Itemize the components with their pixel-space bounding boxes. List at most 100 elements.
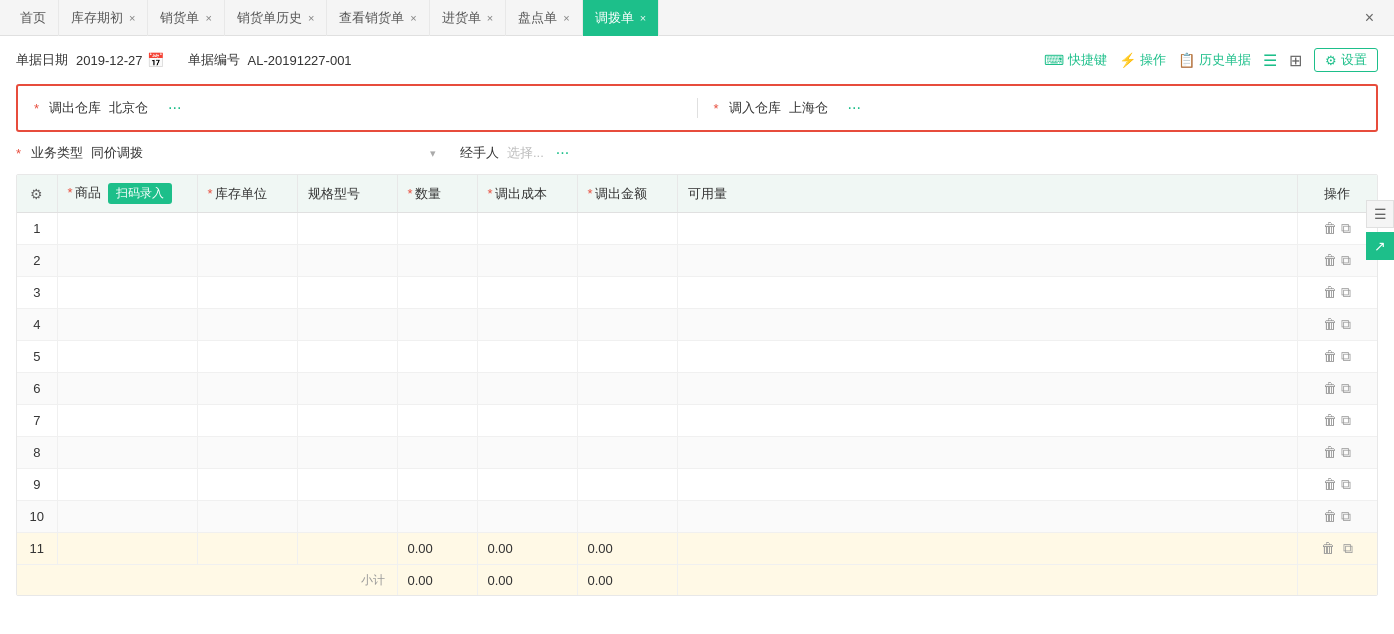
row-qty[interactable] (397, 341, 477, 373)
tab-sales-history[interactable]: 销货单历史 × (225, 0, 327, 36)
tab-transfer[interactable]: 调拨单 × (583, 0, 659, 36)
tab-view-sales[interactable]: 查看销货单 × (327, 0, 429, 36)
row-qty[interactable] (397, 213, 477, 245)
row-qty[interactable] (397, 405, 477, 437)
row-spec[interactable] (297, 373, 397, 405)
delete-icon[interactable]: 🗑 (1323, 316, 1337, 332)
row-amount[interactable] (577, 469, 677, 501)
close-tab-purchase[interactable]: × (487, 12, 493, 24)
delete-icon[interactable]: 🗑 (1323, 220, 1337, 236)
tab-purchase[interactable]: 进货单 × (430, 0, 506, 36)
row-unit[interactable] (197, 341, 297, 373)
copy-icon[interactable]: ⧉ (1341, 252, 1351, 268)
row-product[interactable] (57, 469, 197, 501)
row-product[interactable] (57, 533, 197, 565)
scan-entry-button[interactable]: 扫码录入 (108, 183, 172, 204)
row-spec[interactable] (297, 533, 397, 565)
row-unit[interactable] (197, 533, 297, 565)
delete-icon[interactable]: 🗑 (1323, 508, 1337, 524)
row-cost[interactable] (477, 309, 577, 341)
copy-icon[interactable]: ⧉ (1341, 476, 1351, 492)
row-cost[interactable] (477, 373, 577, 405)
close-tab-stocktake[interactable]: × (563, 12, 569, 24)
copy-icon[interactable]: ⧉ (1343, 540, 1353, 556)
tab-sales-order[interactable]: 销货单 × (148, 0, 224, 36)
table-scroll-area[interactable]: ⚙ *商品 扫码录入 *库存单位 规格型号 *数量 (17, 175, 1377, 595)
history-action[interactable]: 📋 历史单据 (1178, 51, 1251, 69)
row-product[interactable] (57, 373, 197, 405)
business-type-select[interactable]: 同价调拨 ▾ (91, 144, 436, 162)
row-unit[interactable] (197, 213, 297, 245)
close-tab-inventory-init[interactable]: × (129, 12, 135, 24)
row-amount[interactable] (577, 309, 677, 341)
delete-icon[interactable]: 🗑 (1323, 412, 1337, 428)
row-unit[interactable] (197, 277, 297, 309)
row-cost[interactable] (477, 277, 577, 309)
row-unit[interactable] (197, 437, 297, 469)
close-window-button[interactable]: × (1353, 9, 1386, 27)
row-qty[interactable] (397, 245, 477, 277)
copy-icon[interactable]: ⧉ (1341, 508, 1351, 524)
row-unit[interactable] (197, 373, 297, 405)
row-spec[interactable] (297, 277, 397, 309)
row-product[interactable] (57, 341, 197, 373)
side-list-btn[interactable]: ☰ (1366, 200, 1394, 228)
shortcut-action[interactable]: ⌨ 快捷键 (1044, 51, 1107, 69)
copy-icon[interactable]: ⧉ (1341, 444, 1351, 460)
row-product[interactable] (57, 213, 197, 245)
row-unit[interactable] (197, 245, 297, 277)
copy-icon[interactable]: ⧉ (1341, 284, 1351, 300)
row-qty[interactable] (397, 501, 477, 533)
row-qty[interactable] (397, 469, 477, 501)
row-product[interactable] (57, 501, 197, 533)
row-spec[interactable] (297, 341, 397, 373)
row-spec[interactable] (297, 469, 397, 501)
table-gear-icon[interactable]: ⚙ (30, 186, 43, 202)
row-product[interactable] (57, 437, 197, 469)
row-unit[interactable] (197, 501, 297, 533)
row-qty[interactable] (397, 373, 477, 405)
row-cost[interactable] (477, 213, 577, 245)
copy-icon[interactable]: ⧉ (1341, 380, 1351, 396)
warehouse-in-more-btn[interactable]: ··· (848, 99, 861, 117)
delete-icon[interactable]: 🗑 (1323, 444, 1337, 460)
tab-inventory-init[interactable]: 库存期初 × (59, 0, 148, 36)
layout-list-icon[interactable]: ☰ (1263, 51, 1277, 70)
handler-more-btn[interactable]: ··· (556, 144, 569, 162)
row-product[interactable] (57, 277, 197, 309)
settings-button[interactable]: ⚙ 设置 (1314, 48, 1378, 72)
row-cost[interactable] (477, 405, 577, 437)
row-amount[interactable] (577, 437, 677, 469)
row-unit[interactable] (197, 405, 297, 437)
row-cost[interactable] (477, 501, 577, 533)
row-amount[interactable] (577, 501, 677, 533)
row-amount[interactable] (577, 341, 677, 373)
row-qty[interactable] (397, 309, 477, 341)
row-spec[interactable] (297, 245, 397, 277)
row-cost[interactable] (477, 245, 577, 277)
delete-icon[interactable]: 🗑 (1323, 348, 1337, 364)
close-tab-sales-order[interactable]: × (205, 12, 211, 24)
row-spec[interactable] (297, 309, 397, 341)
tab-stocktake[interactable]: 盘点单 × (506, 0, 582, 36)
close-tab-sales-history[interactable]: × (308, 12, 314, 24)
close-tab-transfer[interactable]: × (640, 12, 646, 24)
handler-select[interactable]: 选择... (507, 144, 544, 162)
copy-icon[interactable]: ⧉ (1341, 316, 1351, 332)
row-product[interactable] (57, 405, 197, 437)
copy-icon[interactable]: ⧉ (1341, 412, 1351, 428)
row-cost[interactable] (477, 437, 577, 469)
delete-icon[interactable]: 🗑 (1323, 252, 1337, 268)
close-tab-view-sales[interactable]: × (410, 12, 416, 24)
row-spec[interactable] (297, 437, 397, 469)
row-cost[interactable] (477, 341, 577, 373)
row-spec[interactable] (297, 501, 397, 533)
delete-icon[interactable]: 🗑 (1323, 284, 1337, 300)
row-amount[interactable] (577, 405, 677, 437)
row-amount[interactable] (577, 245, 677, 277)
operation-action[interactable]: ⚡ 操作 (1119, 51, 1166, 69)
row-unit[interactable] (197, 309, 297, 341)
delete-icon[interactable]: 🗑 (1321, 540, 1335, 556)
row-cost[interactable] (477, 469, 577, 501)
row-amount[interactable] (577, 277, 677, 309)
